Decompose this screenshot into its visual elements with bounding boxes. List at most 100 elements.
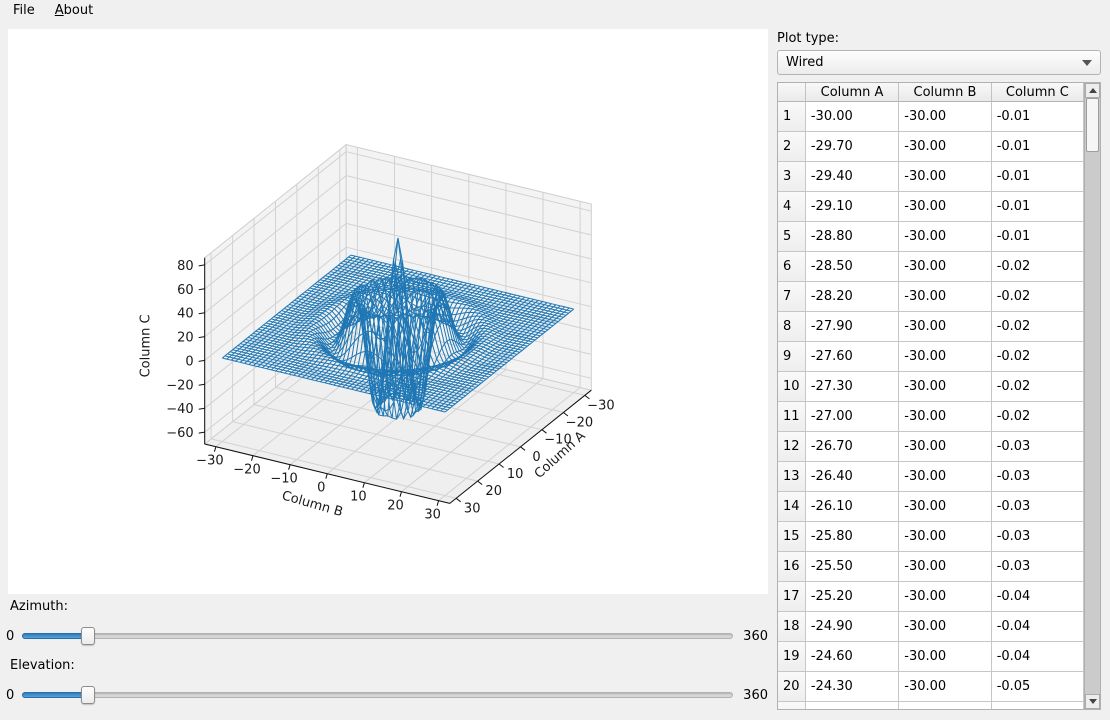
row-number-cell[interactable] <box>778 702 806 709</box>
table-cell[interactable]: -28.80 <box>806 222 899 252</box>
row-number-cell[interactable]: 19 <box>778 642 806 672</box>
table-cell[interactable]: -30.00 <box>899 312 991 342</box>
table-cell[interactable]: -27.30 <box>806 372 899 402</box>
row-number-cell[interactable]: 17 <box>778 582 806 612</box>
table-cell[interactable]: -0.02 <box>992 282 1084 312</box>
table-row[interactable]: 6-28.50-30.00-0.02 <box>778 252 1084 282</box>
table-cell[interactable]: -25.80 <box>806 522 899 552</box>
table-cell[interactable]: -30.00 <box>899 282 991 312</box>
table-cell[interactable]: -30.00 <box>899 372 991 402</box>
table-cell[interactable] <box>899 702 991 709</box>
table-cell[interactable]: -30.00 <box>899 132 991 162</box>
table-cell[interactable]: -30.00 <box>899 582 991 612</box>
table-cell[interactable]: -30.00 <box>899 672 991 702</box>
table-row[interactable]: 14-26.10-30.00-0.03 <box>778 492 1084 522</box>
menu-about[interactable]: About <box>50 2 98 19</box>
table-row[interactable]: 8-27.90-30.00-0.02 <box>778 312 1084 342</box>
table-cell[interactable]: -30.00 <box>899 102 991 132</box>
table-cell[interactable]: -30.00 <box>899 552 991 582</box>
table-cell[interactable]: -25.50 <box>806 552 899 582</box>
table-cell[interactable]: -0.01 <box>992 102 1084 132</box>
elevation-slider[interactable] <box>22 685 733 705</box>
table-row[interactable]: 16-25.50-30.00-0.03 <box>778 552 1084 582</box>
row-number-cell[interactable]: 16 <box>778 552 806 582</box>
table-cell[interactable]: -30.00 <box>899 222 991 252</box>
row-number-cell[interactable]: 3 <box>778 162 806 192</box>
menu-file[interactable]: File <box>8 2 40 19</box>
table-cell[interactable]: -0.03 <box>992 552 1084 582</box>
table-cell[interactable] <box>992 702 1084 709</box>
table-cell[interactable]: -0.02 <box>992 252 1084 282</box>
row-number-cell[interactable]: 11 <box>778 402 806 432</box>
row-number-cell[interactable]: 10 <box>778 372 806 402</box>
table-row[interactable]: 2-29.70-30.00-0.01 <box>778 132 1084 162</box>
table-cell[interactable]: -0.03 <box>992 432 1084 462</box>
table-cell[interactable]: -0.01 <box>992 222 1084 252</box>
plot-type-combobox[interactable]: Wired <box>777 50 1101 75</box>
row-number-cell[interactable]: 18 <box>778 612 806 642</box>
table-cell[interactable]: -0.02 <box>992 402 1084 432</box>
table-header-column-a[interactable]: Column A <box>806 83 899 102</box>
table-cell[interactable]: -30.00 <box>899 192 991 222</box>
table-cell[interactable]: -0.05 <box>992 672 1084 702</box>
table-cell[interactable]: -24.90 <box>806 612 899 642</box>
table-scrollbar[interactable] <box>1084 83 1100 709</box>
table-cell[interactable] <box>806 702 899 709</box>
table-cell[interactable]: -0.01 <box>992 192 1084 222</box>
table-header-column-c[interactable]: Column C <box>992 83 1084 102</box>
row-number-cell[interactable]: 7 <box>778 282 806 312</box>
table-cell[interactable]: -30.00 <box>899 612 991 642</box>
row-number-cell[interactable]: 12 <box>778 432 806 462</box>
slider-groove[interactable] <box>22 633 733 639</box>
table-cell[interactable]: -24.60 <box>806 642 899 672</box>
table-cell[interactable]: -27.60 <box>806 342 899 372</box>
table-cell[interactable]: -0.02 <box>992 312 1084 342</box>
row-number-cell[interactable]: 5 <box>778 222 806 252</box>
table-row[interactable]: 13-26.40-30.00-0.03 <box>778 462 1084 492</box>
table-cell[interactable]: -29.40 <box>806 162 899 192</box>
table-cell[interactable]: -0.01 <box>992 132 1084 162</box>
row-number-cell[interactable]: 20 <box>778 672 806 702</box>
table-row[interactable]: 1-30.00-30.00-0.01 <box>778 102 1084 132</box>
table-row[interactable]: 17-25.20-30.00-0.04 <box>778 582 1084 612</box>
table-cell[interactable]: -30.00 <box>899 252 991 282</box>
scroll-down-button[interactable] <box>1085 694 1100 709</box>
table-cell[interactable]: -30.00 <box>899 642 991 672</box>
table-row[interactable]: 18-24.90-30.00-0.04 <box>778 612 1084 642</box>
table-row[interactable]: 11-27.00-30.00-0.02 <box>778 402 1084 432</box>
table-cell[interactable]: -26.10 <box>806 492 899 522</box>
table-cell[interactable]: -0.04 <box>992 582 1084 612</box>
table-row[interactable] <box>778 702 1084 709</box>
table-cell[interactable]: -30.00 <box>899 432 991 462</box>
table-cell[interactable]: -28.20 <box>806 282 899 312</box>
table-row[interactable]: 5-28.80-30.00-0.01 <box>778 222 1084 252</box>
table-cell[interactable]: -30.00 <box>899 462 991 492</box>
table-row[interactable]: 7-28.20-30.00-0.02 <box>778 282 1084 312</box>
row-number-cell[interactable]: 9 <box>778 342 806 372</box>
elevation-slider-handle[interactable] <box>81 686 95 704</box>
table-cell[interactable]: -30.00 <box>899 522 991 552</box>
plot-3d[interactable]: −30−20−1001020303020100−10−20−3080604020… <box>8 29 768 594</box>
table-row[interactable]: 9-27.60-30.00-0.02 <box>778 342 1084 372</box>
table-cell[interactable]: -28.50 <box>806 252 899 282</box>
table-cell[interactable]: -26.40 <box>806 462 899 492</box>
table-cell[interactable]: -30.00 <box>806 102 899 132</box>
table-row[interactable]: 3-29.40-30.00-0.01 <box>778 162 1084 192</box>
table-row[interactable]: 20-24.30-30.00-0.05 <box>778 672 1084 702</box>
table-cell[interactable]: -30.00 <box>899 402 991 432</box>
table-cell[interactable]: -0.03 <box>992 522 1084 552</box>
scroll-up-button[interactable] <box>1085 83 1100 98</box>
table-cell[interactable]: -30.00 <box>899 162 991 192</box>
table-cell[interactable]: -27.90 <box>806 312 899 342</box>
row-number-cell[interactable]: 6 <box>778 252 806 282</box>
table-cell[interactable]: -24.30 <box>806 672 899 702</box>
table-cell[interactable]: -0.03 <box>992 462 1084 492</box>
scrollbar-thumb[interactable] <box>1086 98 1099 152</box>
table-row[interactable]: 4-29.10-30.00-0.01 <box>778 192 1084 222</box>
row-number-cell[interactable]: 4 <box>778 192 806 222</box>
row-number-cell[interactable]: 2 <box>778 132 806 162</box>
row-number-cell[interactable]: 15 <box>778 522 806 552</box>
table-cell[interactable]: -29.70 <box>806 132 899 162</box>
row-number-cell[interactable]: 13 <box>778 462 806 492</box>
table-header-column-b[interactable]: Column B <box>899 83 991 102</box>
